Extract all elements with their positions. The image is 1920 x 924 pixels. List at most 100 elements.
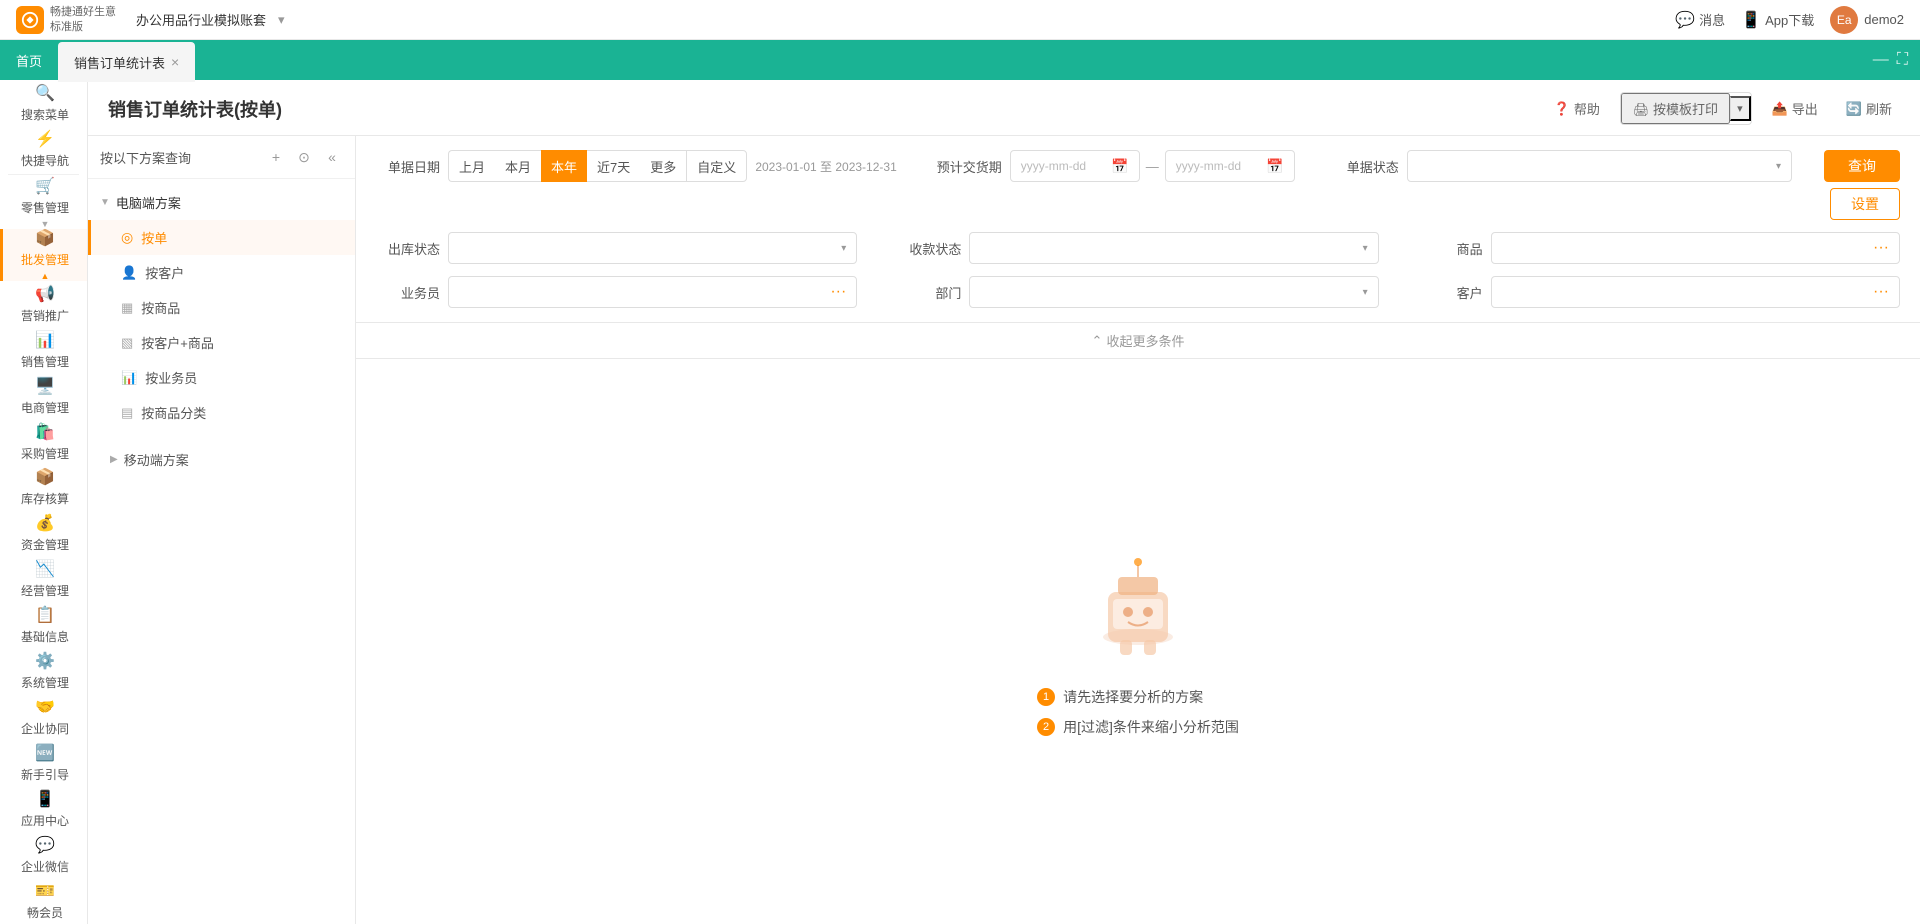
help-icon: ❓ <box>1554 101 1570 117</box>
this-month-button[interactable]: 本月 <box>495 150 541 182</box>
inner-layout: 按以下方案查询 + ⊙ « ▼ 电脑端方案 ◎ 按单 <box>88 136 1920 924</box>
sidebar-item-wholesale[interactable]: 📦 批发管理 ▲ <box>0 229 87 281</box>
delivery-end-input[interactable]: yyyy-mm-dd 📅 <box>1165 150 1295 182</box>
system-icon: ⚙️ <box>35 651 55 671</box>
custom-button[interactable]: 自定义 <box>686 150 747 182</box>
sidebar-item-retail[interactable]: 🛒 零售管理 ▼ <box>0 177 87 229</box>
tab-close-icon[interactable]: × <box>171 54 179 70</box>
shipment-status-label: 出库状态 <box>376 239 448 258</box>
tree-item-by-goods-category[interactable]: ▤ 按商品分类 <box>88 395 355 430</box>
wholesale-arrow: ▲ <box>41 271 50 281</box>
sidebar-item-marketing[interactable]: 📢 营销推广 <box>0 281 87 327</box>
tree-group-desktop[interactable]: ▼ 电脑端方案 <box>88 185 355 220</box>
goods-input[interactable]: ··· <box>1491 232 1900 264</box>
top-bar: 畅捷通好生意 标准版 办公用品行业模拟账套 ▾ 💬 消息 📱 App下载 Ea … <box>0 0 1920 40</box>
salesperson-input[interactable]: ··· <box>448 276 857 308</box>
sidebar-item-basic-info[interactable]: 📋 基础信息 <box>0 602 87 648</box>
by-customer-goods-icon: ▧ <box>121 335 133 351</box>
empty-steps: 1 请先选择要分析的方案 2 用[过滤]条件来缩小分析范围 <box>1037 687 1239 737</box>
empty-state: 1 请先选择要分析的方案 2 用[过滤]条件来缩小分析范围 <box>356 359 1920 924</box>
filter-row-1: 单据日期 上月 本月 本年 近7天 更多 自定义 2023-01-01 至 20… <box>376 150 1900 220</box>
last7days-button[interactable]: 近7天 <box>587 150 640 182</box>
window-maximize-button[interactable]: ⛶ <box>1897 51 1908 69</box>
tree-section-desktop: ▼ 电脑端方案 ◎ 按单 👤 按客户 ▦ 按商品 <box>88 179 355 436</box>
sidebar-divider-1 <box>8 174 79 175</box>
calendar-end-icon: 📅 <box>1266 158 1283 175</box>
quick-nav-icon: ⚡ <box>35 129 55 149</box>
sidebar-item-purchase[interactable]: 🛍️ 采购管理 <box>0 419 87 465</box>
this-year-button[interactable]: 本年 <box>541 150 587 182</box>
sidebar-item-wechat[interactable]: 💬 企业微信 <box>0 832 87 878</box>
by-customer-icon: 👤 <box>121 265 137 281</box>
add-scheme-button[interactable]: + <box>265 146 287 168</box>
export-button[interactable]: 📤 导出 <box>1764 95 1826 122</box>
sidebar-item-app-center[interactable]: 📱 应用中心 <box>0 786 87 832</box>
left-panel: 按以下方案查询 + ⊙ « ▼ 电脑端方案 ◎ 按单 <box>88 136 356 924</box>
date-label: 单据日期 <box>376 157 448 176</box>
collapse-bar[interactable]: ⌃ 收起更多条件 <box>356 323 1920 359</box>
sidebar-item-search[interactable]: 🔍 搜索菜单 <box>0 80 87 126</box>
tree-item-by-order[interactable]: ◎ 按单 <box>88 220 355 255</box>
filter-row-2: 出库状态 ▾ 收款状态 ▾ <box>376 232 1900 264</box>
more-button[interactable]: 更多 <box>640 150 686 182</box>
sidebar-item-enterprise[interactable]: 🤝 企业协同 <box>0 694 87 740</box>
tree-item-by-customer[interactable]: 👤 按客户 <box>88 255 355 290</box>
tree-group-mobile[interactable]: ▶ 移动端方案 <box>88 442 355 477</box>
order-status-filter: 单据状态 ▾ <box>1335 150 1792 182</box>
delivery-start-input[interactable]: yyyy-mm-dd 📅 <box>1010 150 1140 182</box>
by-order-icon: ◎ <box>121 229 133 246</box>
main-layout: 🔍 搜索菜单 ⚡ 快捷导航 🛒 零售管理 ▼ 📦 批发管理 ▲ 📢 营销推广 📊… <box>0 80 1920 924</box>
tree-item-by-goods[interactable]: ▦ 按商品 <box>88 290 355 325</box>
time-buttons: 上月 本月 本年 近7天 更多 自定义 <box>448 150 747 182</box>
print-button-group: 🖨 按模板打印 ▾ <box>1620 92 1752 125</box>
empty-illustration <box>1078 547 1198 667</box>
message-icon: 💬 <box>1675 10 1695 30</box>
tab-sales-order-stats[interactable]: 销售订单统计表 × <box>58 42 195 82</box>
logo-icon <box>16 6 44 34</box>
sidebar-item-system[interactable]: ⚙️ 系统管理 <box>0 648 87 694</box>
title-dropdown-arrow[interactable]: ▾ <box>278 12 285 28</box>
status-select-arrow: ▾ <box>1776 161 1781 172</box>
message-button[interactable]: 💬 消息 <box>1675 10 1725 30</box>
collapse-panel-button[interactable]: « <box>321 146 343 168</box>
avatar: Ea <box>1830 6 1858 34</box>
finance-icon: 💰 <box>35 513 55 533</box>
settings-scheme-button[interactable]: ⊙ <box>293 146 315 168</box>
sidebar-item-member[interactable]: 🎫 畅会员 <box>0 878 87 924</box>
print-dropdown-button[interactable]: ▾ <box>1730 96 1751 121</box>
filter-settings-button[interactable]: 设置 <box>1830 188 1900 220</box>
sidebar-item-operations[interactable]: 📉 经营管理 <box>0 556 87 602</box>
search-icon: 🔍 <box>35 83 55 103</box>
sales-icon: 📊 <box>35 330 55 350</box>
retail-icon: 🛒 <box>35 176 55 196</box>
user-profile[interactable]: Ea demo2 <box>1830 6 1904 34</box>
shipment-status-select[interactable]: ▾ <box>448 232 857 264</box>
payment-status-select[interactable]: ▾ <box>969 232 1378 264</box>
tree-item-by-salesperson[interactable]: 📊 按业务员 <box>88 360 355 395</box>
customer-input[interactable]: ··· <box>1491 276 1900 308</box>
collapse-button[interactable]: ⌃ 收起更多条件 <box>1092 331 1185 350</box>
query-button[interactable]: 查询 <box>1824 150 1900 182</box>
sidebar-item-sales[interactable]: 📊 销售管理 <box>0 327 87 373</box>
empty-step-2: 2 用[过滤]条件来缩小分析范围 <box>1037 717 1239 737</box>
help-button[interactable]: ❓ 帮助 <box>1546 95 1608 122</box>
sidebar-item-quick-nav[interactable]: ⚡ 快捷导航 <box>0 126 87 172</box>
last-month-button[interactable]: 上月 <box>448 150 495 182</box>
sidebar-item-ecommerce[interactable]: 🖥️ 电商管理 <box>0 373 87 419</box>
goods-dots-icon: ··· <box>1873 239 1889 257</box>
salesperson-label: 业务员 <box>376 283 448 302</box>
logo-area: 畅捷通好生意 标准版 <box>16 5 116 34</box>
tab-home[interactable]: 首页 <box>0 40 58 80</box>
sidebar-item-inventory[interactable]: 📦 库存核算 <box>0 465 87 511</box>
department-select[interactable]: ▾ <box>969 276 1378 308</box>
sidebar-item-finance[interactable]: 💰 资金管理 <box>0 510 87 556</box>
print-button[interactable]: 🖨 按模板打印 <box>1621 93 1730 124</box>
app-download-button[interactable]: 📱 App下载 <box>1741 10 1814 30</box>
window-minimize-button[interactable]: — <box>1873 51 1889 69</box>
refresh-button[interactable]: 🔄 刷新 <box>1838 95 1900 122</box>
sidebar-item-newbie[interactable]: 🆕 新手引导 <box>0 740 87 786</box>
tree-item-by-customer-goods[interactable]: ▧ 按客户+商品 <box>88 325 355 360</box>
payment-status-col: 收款状态 ▾ <box>897 232 1378 264</box>
wholesale-icon: 📦 <box>35 228 55 248</box>
order-status-select[interactable]: ▾ <box>1407 150 1792 182</box>
